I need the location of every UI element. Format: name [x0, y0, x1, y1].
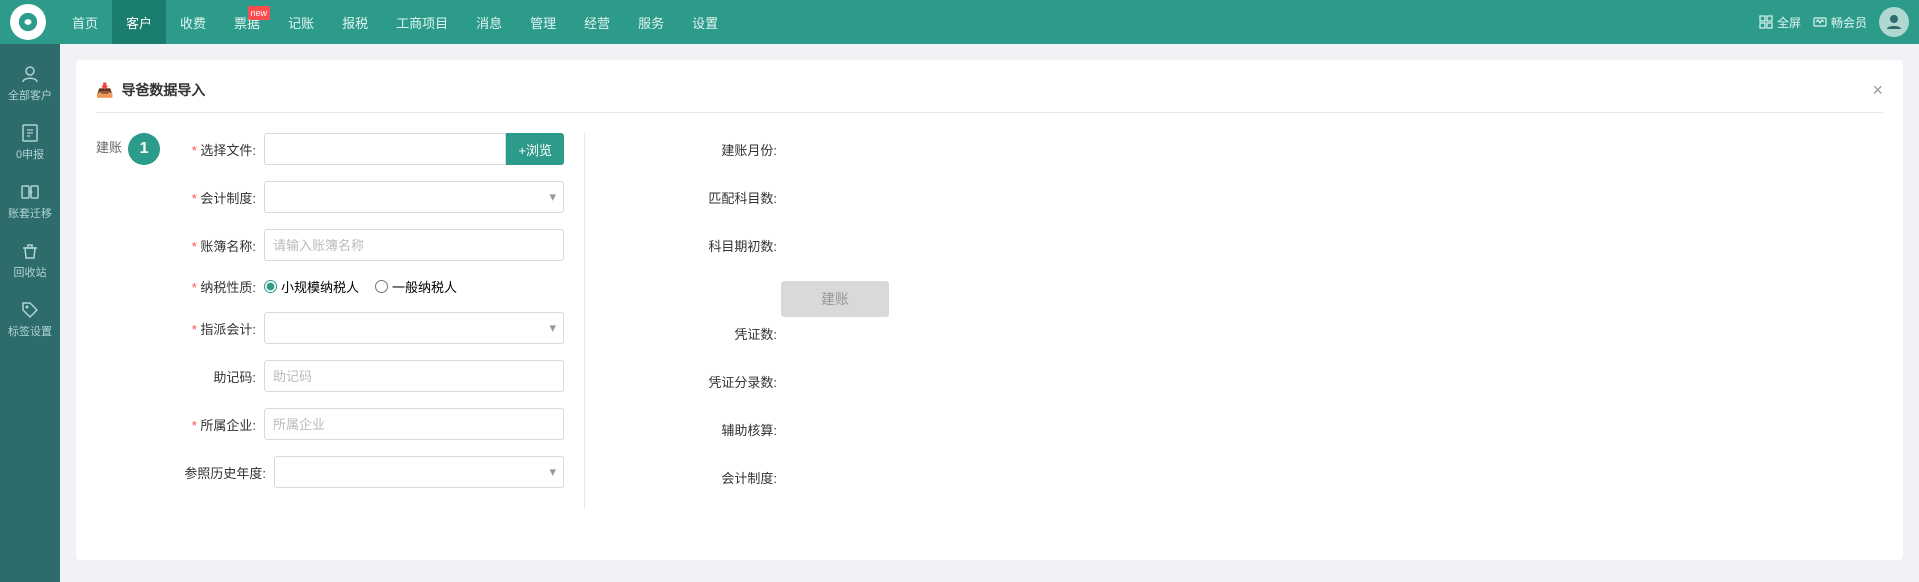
step-indicator: 建账 1: [96, 133, 160, 509]
file-input-group: +浏览: [264, 133, 564, 165]
match-subjects-row: 匹配科目数:: [685, 181, 985, 213]
nav-items: 首页 客户 收费 票据 new 记账 报税 工商项目 消息 管理 经营: [58, 0, 1759, 44]
form-right: 建账月份: 匹配科目数: 科目期初数: 建账 凭证数: 凭证分录数:: [685, 133, 985, 509]
small-taxpayer-radio[interactable]: 小规模纳税人: [264, 277, 359, 296]
nav-bookkeeping[interactable]: 记账: [274, 0, 328, 44]
form-left: * 选择文件: +浏览 * 会计制度:: [184, 133, 564, 509]
sidebar-item-recycle[interactable]: 回收站: [0, 231, 60, 290]
nav-management[interactable]: 管理: [516, 0, 570, 44]
nav-tax[interactable]: 报税: [328, 0, 382, 44]
accounting-system-label: * 会计制度:: [184, 188, 264, 207]
memo-input[interactable]: [264, 360, 564, 392]
nav-fees[interactable]: 收费: [166, 0, 220, 44]
accounting-system-select[interactable]: [264, 181, 564, 213]
accountant-select-wrap: [264, 312, 564, 344]
main-content: 📥 导爸数据导入 × 建账 1 * 选择文件: +浏览: [60, 44, 1919, 582]
subjects-initial-row: 科目期初数:: [685, 229, 985, 261]
vouchers-row: 凭证数:: [685, 317, 985, 349]
company-input[interactable]: [264, 408, 564, 440]
select-file-label: * 选择文件:: [184, 140, 264, 159]
ledger-name-input[interactable]: [264, 229, 564, 261]
separator: [584, 133, 585, 509]
close-button[interactable]: ×: [1872, 80, 1883, 101]
general-taxpayer-radio[interactable]: 一般纳税人: [375, 277, 457, 296]
history-year-label: 参照历史年度:: [184, 463, 274, 482]
tax-type-label: * 纳税性质:: [184, 277, 264, 296]
ledger-name-label: * 账簿名称:: [184, 236, 264, 255]
history-year-row: 参照历史年度:: [184, 456, 564, 488]
import-icon: 📥: [96, 82, 113, 99]
build-btn-area: 建账: [685, 281, 985, 317]
topnav-right: 全屏 畅会员: [1759, 7, 1909, 37]
accounting-system-info-row: 会计制度:: [685, 461, 985, 493]
sidebar-item-zero-report[interactable]: 0申报: [0, 113, 60, 172]
company-row: * 所属企业:: [184, 408, 564, 440]
logo[interactable]: [10, 4, 46, 40]
fullscreen-button[interactable]: 全屏: [1759, 14, 1801, 31]
dialog-title: 📥 导爸数据导入: [96, 80, 205, 100]
accountant-row: * 指派会计:: [184, 312, 564, 344]
vip-button[interactable]: 畅会员: [1813, 14, 1867, 31]
nav-home[interactable]: 首页: [58, 0, 112, 44]
build-account-button[interactable]: 建账: [781, 281, 889, 317]
ledger-name-row: * 账簿名称:: [184, 229, 564, 261]
sidebar-item-migrate[interactable]: 账套迁移: [0, 172, 60, 231]
memo-label: 助记码:: [184, 367, 264, 386]
nav-invoices[interactable]: 票据 new: [220, 0, 274, 44]
build-month-row: 建账月份:: [685, 133, 985, 165]
memo-row: 助记码:: [184, 360, 564, 392]
accountant-select[interactable]: [264, 312, 564, 344]
nav-customers[interactable]: 客户: [112, 0, 166, 44]
step-circle: 1: [128, 133, 160, 165]
accounting-system-row: * 会计制度:: [184, 181, 564, 213]
tax-type-radio-group: 小规模纳税人 一般纳税人: [264, 277, 564, 296]
nav-biz-projects[interactable]: 工商项目: [382, 0, 462, 44]
sidebar: 全部客户 0申报 账套迁移 回收站 标签设置: [0, 44, 60, 582]
browse-button[interactable]: +浏览: [506, 133, 564, 165]
nav-settings[interactable]: 设置: [678, 0, 732, 44]
history-year-select-wrap: [274, 456, 564, 488]
sidebar-item-tags[interactable]: 标签设置: [0, 290, 60, 349]
nav-messages[interactable]: 消息: [462, 0, 516, 44]
dialog: 📥 导爸数据导入 × 建账 1 * 选择文件: +浏览: [76, 60, 1903, 560]
form-area: 建账 1 * 选择文件: +浏览 * 会计制度:: [96, 133, 1883, 509]
voucher-entries-row: 凭证分录数:: [685, 365, 985, 397]
user-avatar[interactable]: [1879, 7, 1909, 37]
dialog-header: 📥 导爸数据导入: [96, 80, 1883, 113]
tax-type-row: * 纳税性质: 小规模纳税人 一般纳税人: [184, 277, 564, 296]
select-file-row: * 选择文件: +浏览: [184, 133, 564, 165]
company-label: * 所属企业:: [184, 415, 264, 434]
accounting-system-select-wrap: [264, 181, 564, 213]
history-year-select[interactable]: [274, 456, 564, 488]
sidebar-item-all-customers[interactable]: 全部客户: [0, 54, 60, 113]
topnav: 首页 客户 收费 票据 new 记账 报税 工商项目 消息 管理 经营: [0, 0, 1919, 44]
file-input[interactable]: [264, 133, 506, 165]
accountant-label: * 指派会计:: [184, 319, 264, 338]
nav-operations[interactable]: 经营: [570, 0, 624, 44]
nav-services[interactable]: 服务: [624, 0, 678, 44]
aux-accounting-row: 辅助核算:: [685, 413, 985, 445]
new-badge: new: [248, 6, 271, 20]
